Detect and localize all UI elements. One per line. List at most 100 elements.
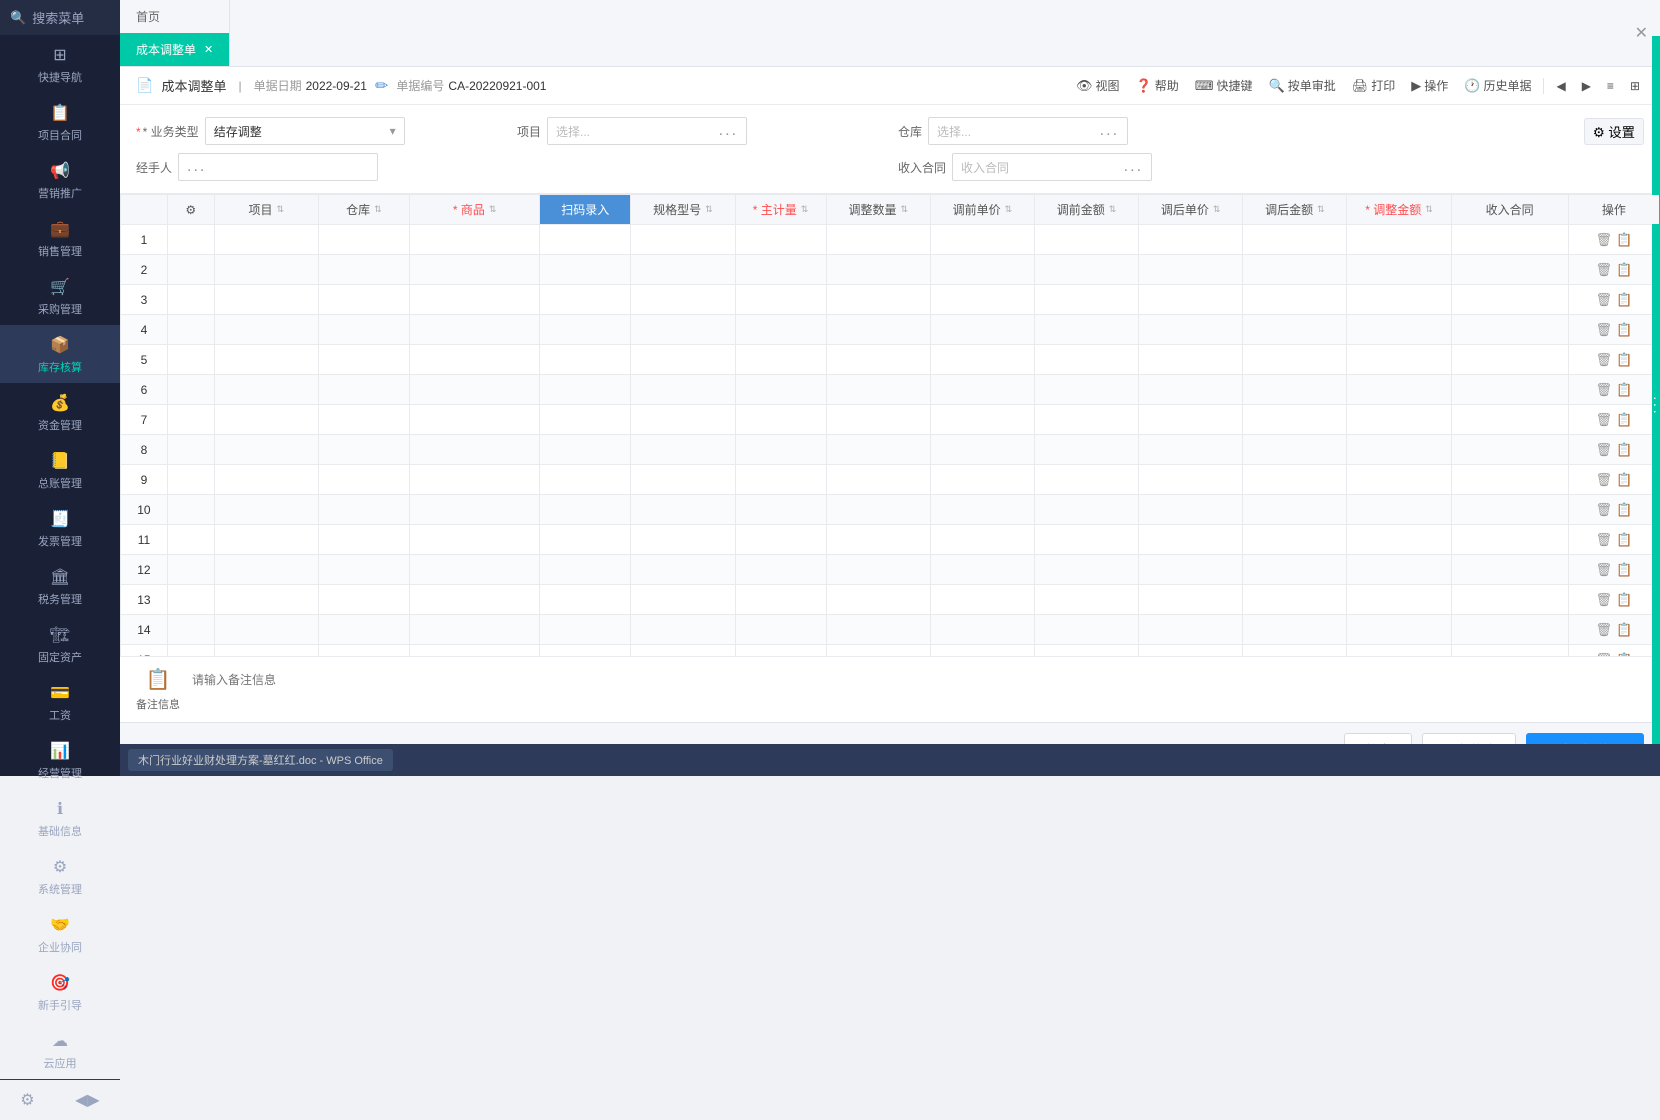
cell-adj_amt[interactable] bbox=[1347, 285, 1451, 315]
cell-project[interactable] bbox=[214, 645, 318, 657]
cell-after_price[interactable] bbox=[1139, 585, 1243, 615]
cell-spec[interactable] bbox=[631, 465, 735, 495]
cell-adj_qty[interactable] bbox=[826, 315, 930, 345]
cell-before_price[interactable] bbox=[930, 525, 1034, 555]
cell-adj_qty[interactable] bbox=[826, 615, 930, 645]
cell-project[interactable] bbox=[214, 615, 318, 645]
cell-after_price[interactable] bbox=[1139, 405, 1243, 435]
cell-spec[interactable] bbox=[631, 525, 735, 555]
toolbar-nav-next[interactable]: ▶ bbox=[1578, 77, 1595, 95]
cell-income_contract[interactable] bbox=[1451, 345, 1568, 375]
copy-icon[interactable]: 📋 bbox=[1616, 412, 1632, 428]
cell-action[interactable]: 🗑📋 bbox=[1568, 405, 1659, 435]
cell-gear[interactable] bbox=[167, 285, 214, 315]
cell-adj_qty[interactable] bbox=[826, 375, 930, 405]
cell-scan[interactable] bbox=[540, 225, 631, 255]
cell-income_contract[interactable] bbox=[1451, 375, 1568, 405]
cell-before_price[interactable] bbox=[930, 225, 1034, 255]
cell-spec[interactable] bbox=[631, 375, 735, 405]
sidebar-search[interactable]: 🔍 搜索菜单 bbox=[0, 0, 120, 35]
cell-project[interactable] bbox=[214, 255, 318, 285]
cell-action[interactable]: 🗑📋 bbox=[1568, 525, 1659, 555]
delete-icon[interactable]: 🗑 bbox=[1596, 292, 1613, 308]
cell-spec[interactable] bbox=[631, 315, 735, 345]
cell-warehouse[interactable] bbox=[318, 525, 409, 555]
cell-after_amt[interactable] bbox=[1243, 285, 1347, 315]
copy-icon[interactable]: 📋 bbox=[1616, 442, 1632, 458]
cell-warehouse[interactable] bbox=[318, 435, 409, 465]
cell-gear[interactable] bbox=[167, 345, 214, 375]
cell-adj_amt[interactable] bbox=[1347, 495, 1451, 525]
copy-icon[interactable]: 📋 bbox=[1616, 292, 1632, 308]
cell-adj_qty[interactable] bbox=[826, 645, 930, 657]
cell-project[interactable] bbox=[214, 375, 318, 405]
cell-after_price[interactable] bbox=[1139, 555, 1243, 585]
delete-icon[interactable]: 🗑 bbox=[1596, 352, 1613, 368]
cell-after_amt[interactable] bbox=[1243, 405, 1347, 435]
th-before_price[interactable]: 调前单价⇅ bbox=[930, 195, 1034, 225]
sidebar-item-tax-mgmt[interactable]: 🏛税务管理 bbox=[0, 557, 120, 615]
cell-before_price[interactable] bbox=[930, 255, 1034, 285]
cell-after_amt[interactable] bbox=[1243, 555, 1347, 585]
cell-scan[interactable] bbox=[540, 555, 631, 585]
cell-income_contract[interactable] bbox=[1451, 465, 1568, 495]
cell-warehouse[interactable] bbox=[318, 645, 409, 657]
cell-before_price[interactable] bbox=[930, 405, 1034, 435]
cell-income_contract[interactable] bbox=[1451, 585, 1568, 615]
cell-goods[interactable] bbox=[410, 525, 540, 555]
cell-unit[interactable] bbox=[735, 375, 826, 405]
cell-adj_qty[interactable] bbox=[826, 465, 930, 495]
toolbar-help-btn[interactable]: ❓ 帮助 bbox=[1132, 75, 1183, 96]
sidebar-item-ops-mgmt[interactable]: 📊经营管理 bbox=[0, 731, 120, 789]
sidebar-item-sys-mgmt[interactable]: ⚙系统管理 bbox=[0, 847, 120, 905]
cell-after_price[interactable] bbox=[1139, 435, 1243, 465]
toolbar-view-grid[interactable]: ⊞ bbox=[1626, 77, 1644, 95]
cell-after_amt[interactable] bbox=[1243, 345, 1347, 375]
cell-unit[interactable] bbox=[735, 525, 826, 555]
toolbar-nav-prev[interactable]: ◀ bbox=[1552, 77, 1569, 95]
th-before_amt[interactable]: 调前金额⇅ bbox=[1034, 195, 1138, 225]
cell-income_contract[interactable] bbox=[1451, 315, 1568, 345]
cell-warehouse[interactable] bbox=[318, 225, 409, 255]
cell-unit[interactable] bbox=[735, 225, 826, 255]
cell-after_price[interactable] bbox=[1139, 375, 1243, 405]
th-warehouse[interactable]: 仓库⇅ bbox=[318, 195, 409, 225]
cell-adj_amt[interactable] bbox=[1347, 465, 1451, 495]
cell-spec[interactable] bbox=[631, 345, 735, 375]
cell-after_price[interactable] bbox=[1139, 645, 1243, 657]
cell-before_amt[interactable] bbox=[1034, 375, 1138, 405]
cell-after_amt[interactable] bbox=[1243, 255, 1347, 285]
cell-action[interactable]: 🗑📋 bbox=[1568, 285, 1659, 315]
cell-project[interactable] bbox=[214, 525, 318, 555]
cell-before_amt[interactable] bbox=[1034, 345, 1138, 375]
cell-unit[interactable] bbox=[735, 495, 826, 525]
cell-adj_amt[interactable] bbox=[1347, 225, 1451, 255]
cell-scan[interactable] bbox=[540, 525, 631, 555]
cell-before_price[interactable] bbox=[930, 285, 1034, 315]
cell-project[interactable] bbox=[214, 555, 318, 585]
delete-icon[interactable]: 🗑 bbox=[1596, 532, 1613, 548]
th-goods[interactable]: * 商品⇅ bbox=[410, 195, 540, 225]
cell-unit[interactable] bbox=[735, 555, 826, 585]
cell-gear[interactable] bbox=[167, 255, 214, 285]
cell-action[interactable]: 🗑📋 bbox=[1568, 645, 1659, 657]
cell-before_amt[interactable] bbox=[1034, 615, 1138, 645]
copy-icon[interactable]: 📋 bbox=[1616, 622, 1632, 638]
cell-scan[interactable] bbox=[540, 495, 631, 525]
cell-warehouse[interactable] bbox=[318, 615, 409, 645]
cell-gear[interactable] bbox=[167, 525, 214, 555]
cell-adj_qty[interactable] bbox=[826, 285, 930, 315]
delete-icon[interactable]: 🗑 bbox=[1596, 412, 1613, 428]
sidebar-item-ledger-mgmt[interactable]: 📒总账管理 bbox=[0, 441, 120, 499]
cell-after_amt[interactable] bbox=[1243, 315, 1347, 345]
cell-warehouse[interactable] bbox=[318, 465, 409, 495]
tab-home[interactable]: 首页 bbox=[120, 0, 230, 33]
cell-unit[interactable] bbox=[735, 435, 826, 465]
cell-gear[interactable] bbox=[167, 405, 214, 435]
delete-icon[interactable]: 🗑 bbox=[1596, 562, 1613, 578]
cell-unit[interactable] bbox=[735, 345, 826, 375]
toolbar-view-list[interactable]: ≡ bbox=[1603, 77, 1618, 95]
cell-project[interactable] bbox=[214, 315, 318, 345]
cell-before_amt[interactable] bbox=[1034, 495, 1138, 525]
cell-income_contract[interactable] bbox=[1451, 435, 1568, 465]
